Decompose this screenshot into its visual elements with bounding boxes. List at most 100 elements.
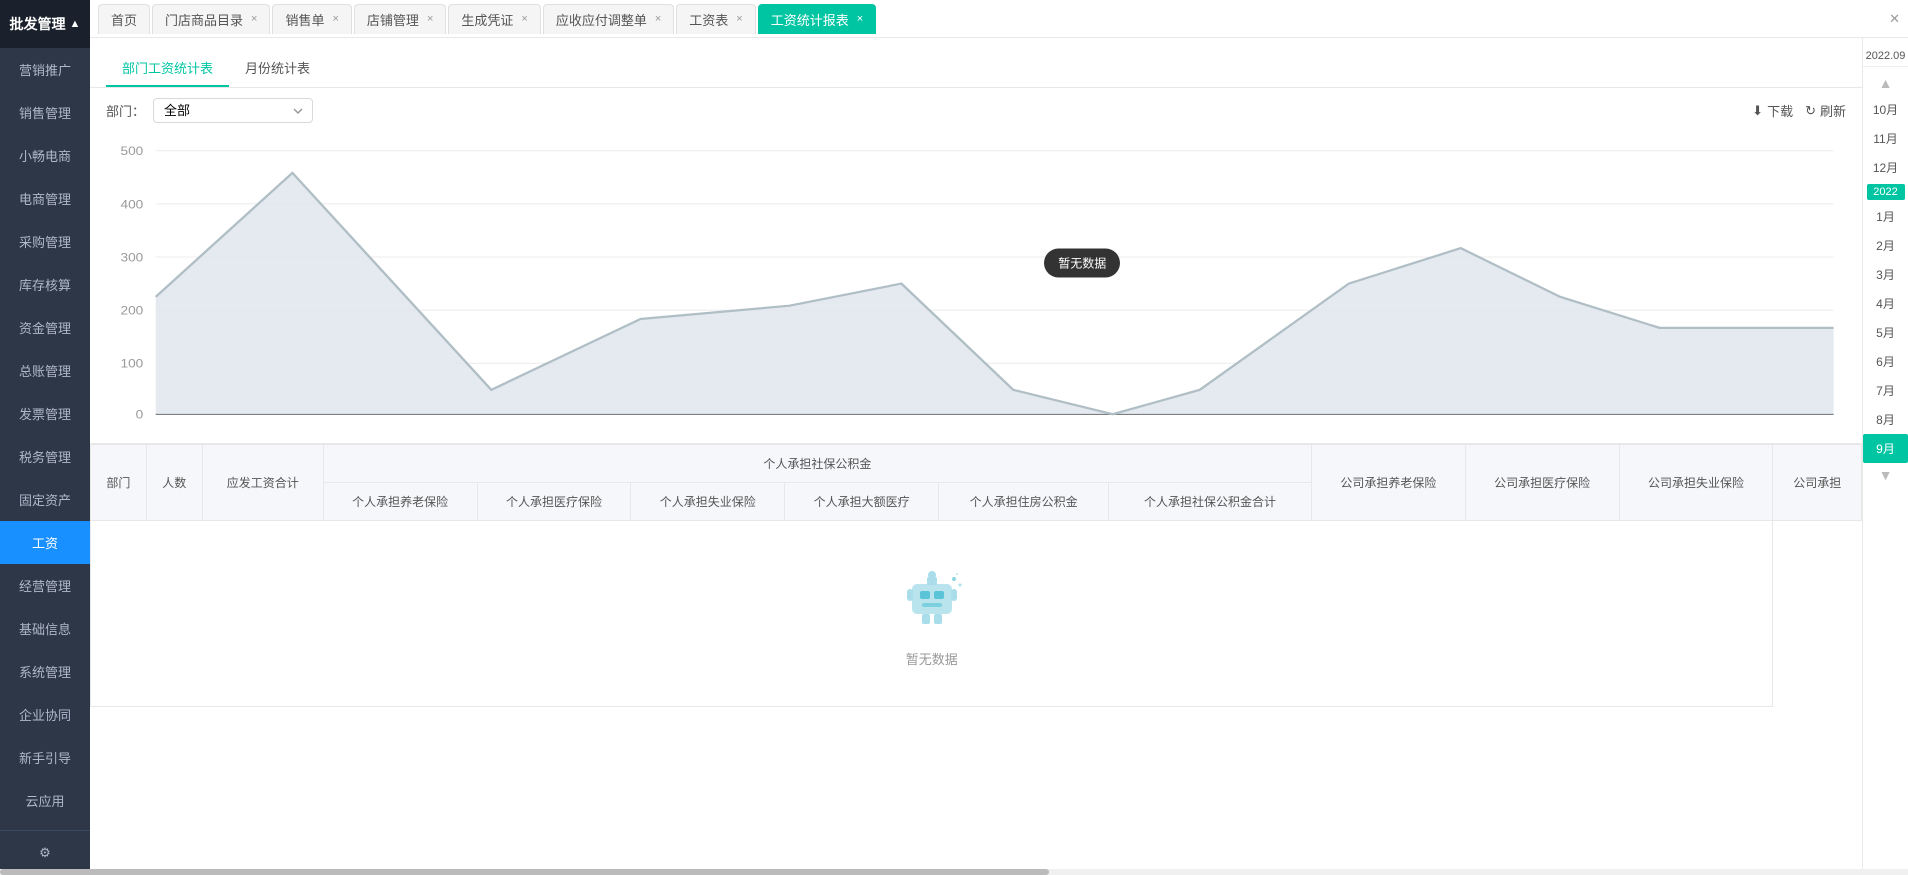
settings-icon: ⚙ xyxy=(39,845,51,860)
sidebar-item-固定资产[interactable]: 固定资产 xyxy=(0,478,90,521)
month-3[interactable]: 3月 xyxy=(1863,260,1908,289)
month-10[interactable]: 10月 xyxy=(1863,95,1908,124)
month-4[interactable]: 4月 xyxy=(1863,289,1908,318)
tab-工资表[interactable]: 工资表× xyxy=(676,4,755,34)
sidebar-item-新手引导[interactable]: 新手引导 xyxy=(0,736,90,779)
month-11[interactable]: 11月 xyxy=(1863,124,1908,153)
col-personal-pension: 个人承担养老保险 xyxy=(323,483,477,521)
col-dept: 部门 xyxy=(91,445,147,521)
page-content: 部门工资统计表 月份统计表 部门： 全部 ⬇ 下载 xyxy=(90,38,1862,875)
month-8[interactable]: 8月 xyxy=(1863,405,1908,434)
dept-label: 部门： xyxy=(106,101,145,120)
close-all-tabs[interactable]: ✕ xyxy=(1889,11,1900,27)
tab-dept-stats[interactable]: 部门工资统计表 xyxy=(106,50,229,87)
sidebar-item-税务管理[interactable]: 税务管理 xyxy=(0,435,90,478)
col-company-pension: 公司承担养老保险 xyxy=(1311,445,1465,521)
tab-首页[interactable]: 首页 xyxy=(98,4,150,34)
tab-close-工资统计报表[interactable]: × xyxy=(857,13,863,25)
col-personal-housing: 个人承担住房公积金 xyxy=(939,483,1109,521)
sidebar-item-库存核算[interactable]: 库存核算 xyxy=(0,263,90,306)
sidebar-item-采购管理[interactable]: 采购管理 xyxy=(0,220,90,263)
toolbar: 部门： 全部 ⬇ 下载 ↻ 刷新 xyxy=(90,88,1862,133)
right-date-sidebar: 2022.09 ▲ 10月 11月 12月 2022 1月 2月 3月 4月 5… xyxy=(1862,38,1908,875)
month-1[interactable]: 1月 xyxy=(1863,202,1908,231)
svg-text:500: 500 xyxy=(120,144,143,158)
close-all-icon: ✕ xyxy=(1889,11,1900,27)
toolbar-actions: ⬇ 下载 ↻ 刷新 xyxy=(1752,101,1846,120)
main-area: 首页门店商品目录×销售单×店铺管理×生成凭证×应收应付调整单×工资表×工资统计报… xyxy=(90,0,1908,875)
inner-tab-bar: 部门工资统计表 月份统计表 xyxy=(90,38,1862,88)
svg-text:400: 400 xyxy=(120,197,143,211)
month-9[interactable]: 9月 xyxy=(1863,434,1908,463)
year-badge-2022[interactable]: 2022 xyxy=(1867,184,1905,200)
chart-svg: 500 400 300 200 100 0 xyxy=(106,133,1846,443)
sidebar-item-发票管理[interactable]: 发票管理 xyxy=(0,392,90,435)
sidebar-item-工资[interactable]: 工资 xyxy=(0,521,90,564)
tab-close-工资表[interactable]: × xyxy=(736,13,742,25)
svg-text:300: 300 xyxy=(120,250,143,264)
refresh-button[interactable]: ↻ 刷新 xyxy=(1805,101,1846,120)
col-headcount: 人数 xyxy=(146,445,202,521)
sidebar-item-总账管理[interactable]: 总账管理 xyxy=(0,349,90,392)
col-company-unemployment: 公司承担失业保险 xyxy=(1619,445,1773,521)
download-icon: ⬇ xyxy=(1752,103,1763,119)
sidebar-header[interactable]: 批发管理 ▲ xyxy=(0,0,90,48)
sidebar-toggle-icon: ▲ xyxy=(70,18,81,30)
tab-month-stats[interactable]: 月份统计表 xyxy=(229,50,326,87)
tab-店铺管理[interactable]: 店铺管理× xyxy=(354,4,446,34)
no-data-tooltip: 暂无数据 xyxy=(1044,249,1120,278)
col-personal-medical: 个人承担医疗保险 xyxy=(477,483,631,521)
sidebar-item-企业协同[interactable]: 企业协同 xyxy=(0,693,90,736)
month-6[interactable]: 6月 xyxy=(1863,347,1908,376)
sidebar-item-营销推广[interactable]: 营销推广 xyxy=(0,48,90,91)
sidebar-item-小畅电商[interactable]: 小畅电商 xyxy=(0,134,90,177)
dept-select[interactable]: 全部 xyxy=(153,98,313,123)
sidebar-item-经营管理[interactable]: 经营管理 xyxy=(0,564,90,607)
empty-icon xyxy=(892,559,972,639)
col-company-other: 公司承担 xyxy=(1773,445,1862,521)
svg-text:100: 100 xyxy=(120,356,143,370)
tab-生成凭证[interactable]: 生成凭证× xyxy=(448,4,540,34)
sidebar-item-资金管理[interactable]: 资金管理 xyxy=(0,306,90,349)
month-5[interactable]: 5月 xyxy=(1863,318,1908,347)
empty-state: 暂无数据 xyxy=(99,529,1764,698)
tab-门店商品目录[interactable]: 门店商品目录× xyxy=(152,4,270,34)
content-area: 部门工资统计表 月份统计表 部门： 全部 ⬇ 下载 xyxy=(90,38,1908,875)
col-total-wage: 应发工资合计 xyxy=(202,445,323,521)
date-nav-up[interactable]: ▲ xyxy=(1875,71,1897,95)
month-12[interactable]: 12月 xyxy=(1863,153,1908,182)
tab-close-生成凭证[interactable]: × xyxy=(521,13,527,25)
sidebar-item-基础信息[interactable]: 基础信息 xyxy=(0,607,90,650)
tab-close-应收应付调整单[interactable]: × xyxy=(655,13,661,25)
tab-销售单[interactable]: 销售单× xyxy=(272,4,351,34)
sidebar-item-系统管理[interactable]: 系统管理 xyxy=(0,650,90,693)
col-personal-total: 个人承担社保公积金合计 xyxy=(1109,483,1312,521)
month-2[interactable]: 2月 xyxy=(1863,231,1908,260)
dept-filter: 部门： 全部 xyxy=(106,98,313,123)
sidebar: 批发管理 ▲ 营销推广销售管理小畅电商电商管理采购管理库存核算资金管理总账管理发… xyxy=(0,0,90,875)
tab-close-门店商品目录[interactable]: × xyxy=(251,13,257,25)
tab-应收应付调整单[interactable]: 应收应付调整单× xyxy=(543,4,674,34)
col-personal-serious-illness: 个人承担大额医疗 xyxy=(785,483,939,521)
tab-工资统计报表[interactable]: 工资统计报表× xyxy=(758,4,876,34)
tab-close-销售单[interactable]: × xyxy=(332,13,338,25)
refresh-icon: ↻ xyxy=(1805,103,1816,119)
scrollbar-thumb[interactable] xyxy=(90,869,1049,875)
empty-text: 暂无数据 xyxy=(906,649,958,668)
data-table: 部门 人数 应发工资合计 个人承担社保公积金 公司承担养老保险 公司承担医疗保险… xyxy=(90,444,1862,707)
date-title: 2022.09 xyxy=(1863,46,1908,67)
sidebar-item-云应用[interactable]: 云应用 xyxy=(0,779,90,822)
tab-close-店铺管理[interactable]: × xyxy=(427,13,433,25)
col-personal-unemployment: 个人承担失业保险 xyxy=(631,483,785,521)
table-wrapper[interactable]: 部门 人数 应发工资合计 个人承担社保公积金 公司承担养老保险 公司承担医疗保险… xyxy=(90,443,1862,875)
download-button[interactable]: ⬇ 下载 xyxy=(1752,101,1793,120)
date-nav-down[interactable]: ▼ xyxy=(1875,463,1897,487)
sidebar-title: 批发管理 xyxy=(10,14,66,34)
scrollbar-track[interactable] xyxy=(90,869,1862,875)
svg-text:0: 0 xyxy=(136,407,144,421)
month-7[interactable]: 7月 xyxy=(1863,376,1908,405)
sidebar-item-销售管理[interactable]: 销售管理 xyxy=(0,91,90,134)
col-group-personal: 个人承担社保公积金 xyxy=(323,445,1311,483)
sidebar-item-电商管理[interactable]: 电商管理 xyxy=(0,177,90,220)
svg-text:200: 200 xyxy=(120,303,143,317)
